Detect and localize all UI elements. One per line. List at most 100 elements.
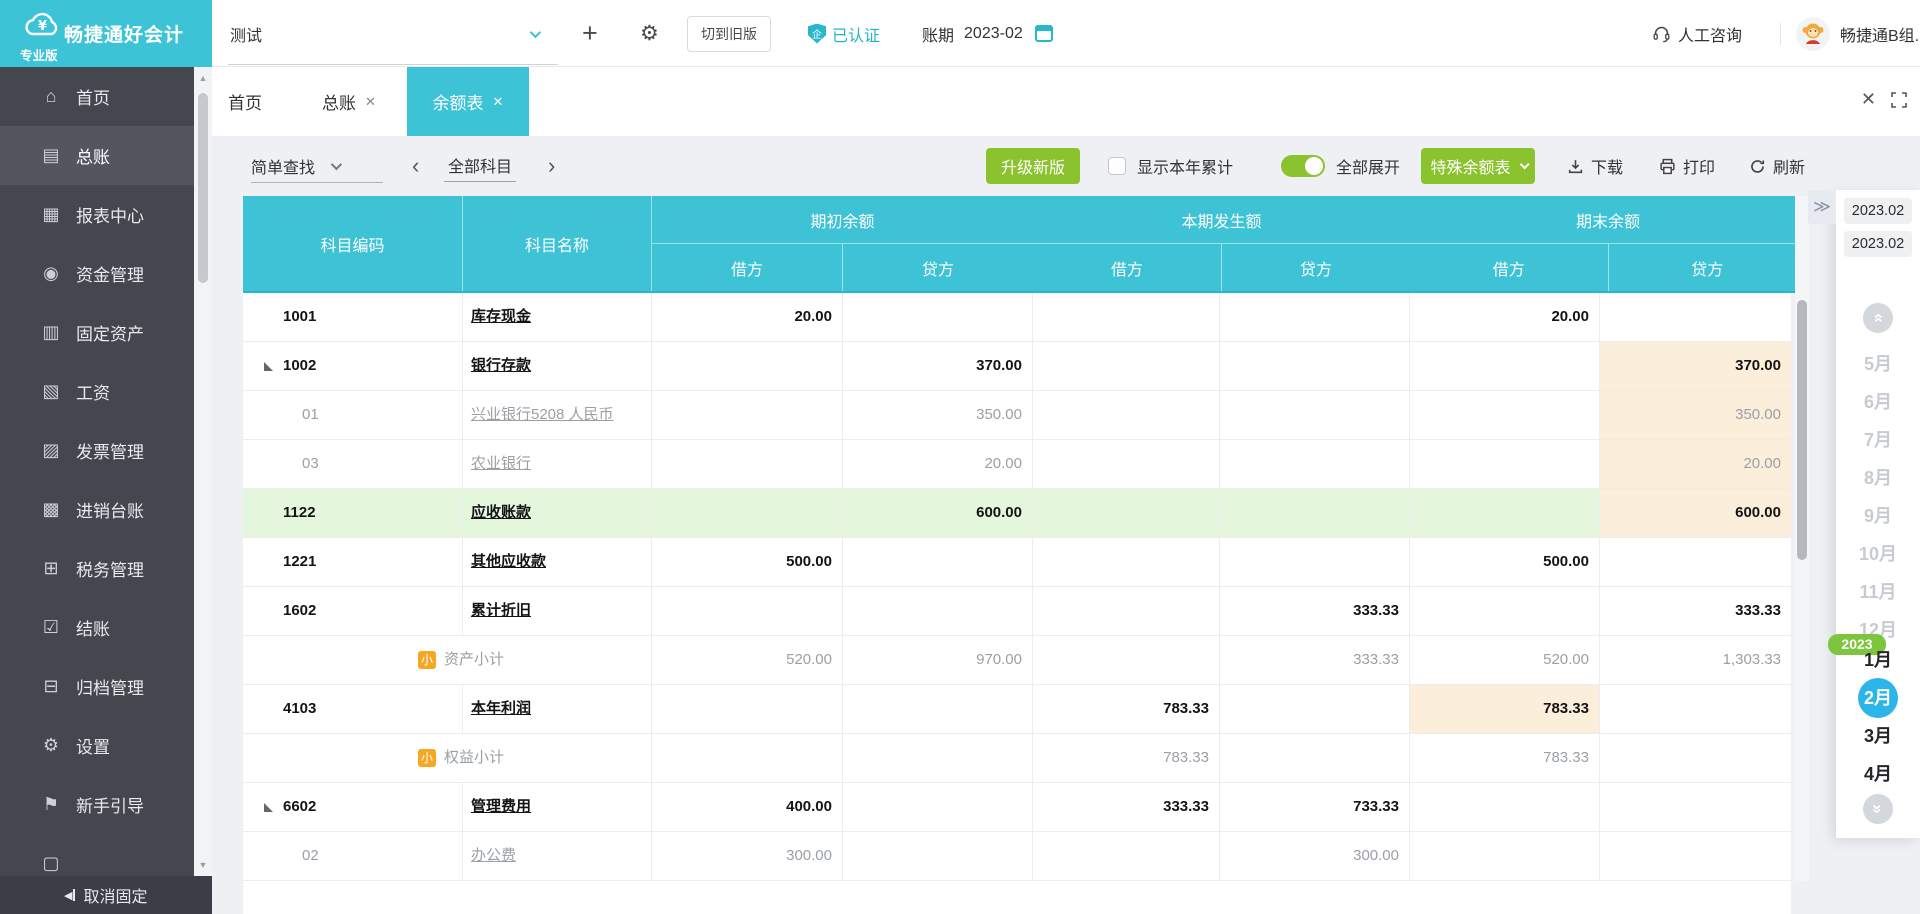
show-ytd-checkbox[interactable] — [1108, 157, 1126, 175]
col-header-closing-credit[interactable]: 贷方 — [1609, 244, 1807, 291]
sidebar-item-固定资产[interactable]: ▥ 固定资产 — [0, 303, 194, 362]
month-item-1月[interactable]: 1月 — [1836, 641, 1920, 679]
month-item-2月[interactable]: 2月 — [1858, 678, 1898, 718]
print-button[interactable]: 打印 — [1659, 136, 1715, 196]
sidebar-item-label: 归档管理 — [76, 679, 144, 698]
sidebar-scrollbar-thumb[interactable] — [198, 93, 208, 283]
table-row[interactable]: 小权益小计 783.33 783.33 — [243, 734, 1791, 783]
switch-old-version-button[interactable]: 切到旧版 — [687, 15, 771, 52]
account-name-link[interactable]: 库存现金 — [471, 308, 531, 325]
sidebar-item-首页[interactable]: ⌂ 首页 — [0, 67, 194, 126]
col-header-account-name[interactable]: 科目名称 — [463, 196, 652, 291]
col-header-closing-debit[interactable]: 借方 — [1410, 244, 1609, 291]
account-name-link[interactable]: 办公费 — [471, 847, 516, 864]
sidebar-item-税务管理[interactable]: ⊞ 税务管理 — [0, 539, 194, 598]
sidebar-item-新手引导[interactable]: ⚑ 新手引导 — [0, 775, 194, 834]
cell-qc_d: 370.00 — [843, 342, 1033, 390]
avatar[interactable] — [1796, 0, 1830, 67]
refresh-button[interactable]: 刷新 — [1749, 136, 1805, 196]
col-header-opening-debit[interactable]: 借方 — [652, 244, 843, 291]
table-row[interactable]: 03 农业银行 20.00 20.00 — [243, 440, 1791, 489]
sidebar-scrollbar[interactable]: ▲ ▼ — [194, 67, 212, 876]
sidebar-item-归档管理[interactable]: ⊟ 归档管理 — [0, 657, 194, 716]
months-scroll-down-button[interactable]: » — [1863, 794, 1893, 824]
table-row[interactable]: 4103 本年利润 783.33 783.33 — [243, 685, 1791, 734]
close-tab-icon[interactable]: ✕ — [365, 94, 376, 110]
period-start-field[interactable]: 2023.02 — [1844, 198, 1912, 224]
month-item-3月[interactable]: 3月 — [1836, 717, 1920, 755]
table-row[interactable]: 02 办公费 300.00 300.00 — [243, 832, 1791, 881]
collapse-date-panel-button[interactable]: ≫ — [1808, 190, 1836, 224]
collapse-triangle-icon[interactable] — [264, 362, 273, 371]
close-all-icon[interactable]: ✕ — [1861, 89, 1876, 110]
account-name-link[interactable]: 银行存款 — [471, 357, 531, 374]
table-row[interactable]: 1002 银行存款 370.00 370.00 — [243, 342, 1791, 391]
table-row[interactable]: 1001 库存现金 20.00 20.00 — [243, 293, 1791, 342]
collapse-triangle-icon[interactable] — [264, 803, 273, 812]
table-scrollbar-thumb[interactable] — [1797, 300, 1807, 560]
months-scroll-up-button[interactable]: » — [1863, 303, 1893, 333]
table-row[interactable]: 1122 应收账款 600.00 600.00 — [243, 489, 1791, 538]
account-name-link[interactable]: 农业银行 — [471, 455, 531, 472]
sidebar-item-总账[interactable]: ▤ 总账 — [0, 126, 194, 185]
account-name-link[interactable]: 兴业银行5208 人民币 — [471, 406, 614, 423]
account-name-link[interactable]: 应收账款 — [471, 504, 531, 521]
next-account-icon[interactable]: › — [548, 136, 555, 196]
tab-general-ledger[interactable]: 总账 ✕ — [322, 67, 376, 136]
prev-account-icon[interactable]: ‹ — [412, 136, 419, 196]
account-name-link[interactable]: 其他应收款 — [471, 553, 546, 570]
table-row[interactable]: 6602 管理费用 400.00 333.33 733.33 — [243, 783, 1791, 832]
table-row[interactable]: 小资产小计 520.00 970.00 333.33 520.00 1,303.33 — [243, 636, 1791, 685]
certified-badge[interactable]: 企 已认证 — [808, 0, 880, 67]
period-end-field[interactable]: 2023.02 — [1844, 231, 1912, 257]
upgrade-button[interactable]: 升级新版 — [986, 148, 1080, 184]
sidebar-item-报表中心[interactable]: ▦ 报表中心 — [0, 185, 194, 244]
table-row[interactable]: 1602 累计折旧 333.33 333.33 — [243, 587, 1791, 636]
sidebar-item-结账[interactable]: ☑ 结账 — [0, 598, 194, 657]
col-header-period-debit[interactable]: 借方 — [1033, 244, 1222, 291]
add-button[interactable]: + — [582, 0, 598, 67]
search-mode-select[interactable]: 简单查找 — [251, 136, 343, 196]
scroll-down-arrow-icon[interactable]: ▼ — [194, 860, 212, 870]
cell-qc_d: 600.00 — [843, 489, 1033, 537]
account-scope-select[interactable]: 全部科目 — [444, 150, 517, 182]
col-header-account-code[interactable]: 科目编码 — [243, 196, 463, 291]
download-button[interactable]: 下载 — [1567, 136, 1623, 196]
sidebar-item-工资[interactable]: ▧ 工资 — [0, 362, 194, 421]
account-name-link[interactable]: 累计折旧 — [471, 602, 531, 619]
salary-icon: ▧ — [42, 381, 60, 401]
cell-bq_j: 783.33 — [1033, 734, 1220, 782]
account-name-link[interactable]: 本年利润 — [471, 700, 531, 717]
tab-home[interactable]: 首页 — [228, 67, 262, 136]
sidebar-item-发票管理[interactable]: ▨ 发票管理 — [0, 421, 194, 480]
topbar-divider — [1780, 0, 1781, 67]
sidebar-item-进销台账[interactable]: ▩ 进销台账 — [0, 480, 194, 539]
period-value[interactable]: 2023-02 — [964, 25, 1023, 43]
gear-icon[interactable]: ⚙ — [640, 0, 659, 67]
table-row[interactable]: 01 兴业银行5208 人民币 350.00 350.00 — [243, 391, 1791, 440]
account-name-link[interactable]: 管理费用 — [471, 798, 531, 815]
fullscreen-icon[interactable] — [1890, 91, 1908, 109]
special-balance-button[interactable]: 特殊余额表 — [1421, 148, 1535, 184]
sidebar-item-设置[interactable]: ⚙ 设置 — [0, 716, 194, 775]
col-header-opening-credit[interactable]: 贷方 — [843, 244, 1033, 291]
cell-bq_d — [1220, 440, 1410, 488]
col-header-period-credit[interactable]: 贷方 — [1222, 244, 1410, 291]
cell-bq_d — [1220, 293, 1410, 341]
org-selector[interactable]: 测试 — [230, 0, 262, 67]
support-button[interactable]: 人工咨询 — [1652, 0, 1742, 67]
table-row[interactable]: 1221 其他应收款 500.00 500.00 — [243, 538, 1791, 587]
username[interactable]: 畅捷通B组... — [1840, 0, 1920, 67]
scroll-up-arrow-icon[interactable]: ▲ — [194, 73, 212, 83]
tab-balance-sheet[interactable]: 余额表 ✕ — [407, 67, 529, 136]
sidebar-item-资金管理[interactable]: ◉ 资金管理 — [0, 244, 194, 303]
expand-all-toggle[interactable] — [1281, 155, 1325, 177]
month-item-4月[interactable]: 4月 — [1836, 755, 1920, 793]
table-vertical-scrollbar[interactable] — [1795, 196, 1809, 881]
close-tab-icon[interactable]: ✕ — [493, 94, 504, 110]
org-chevron-down-icon[interactable] — [529, 0, 542, 67]
settings-icon: ⚙ — [42, 735, 60, 755]
unpin-label: 取消固定 — [83, 889, 148, 906]
unpin-sidebar-button[interactable]: ◀ 取消固定 — [0, 876, 212, 914]
calendar-icon[interactable] — [1034, 25, 1053, 42]
